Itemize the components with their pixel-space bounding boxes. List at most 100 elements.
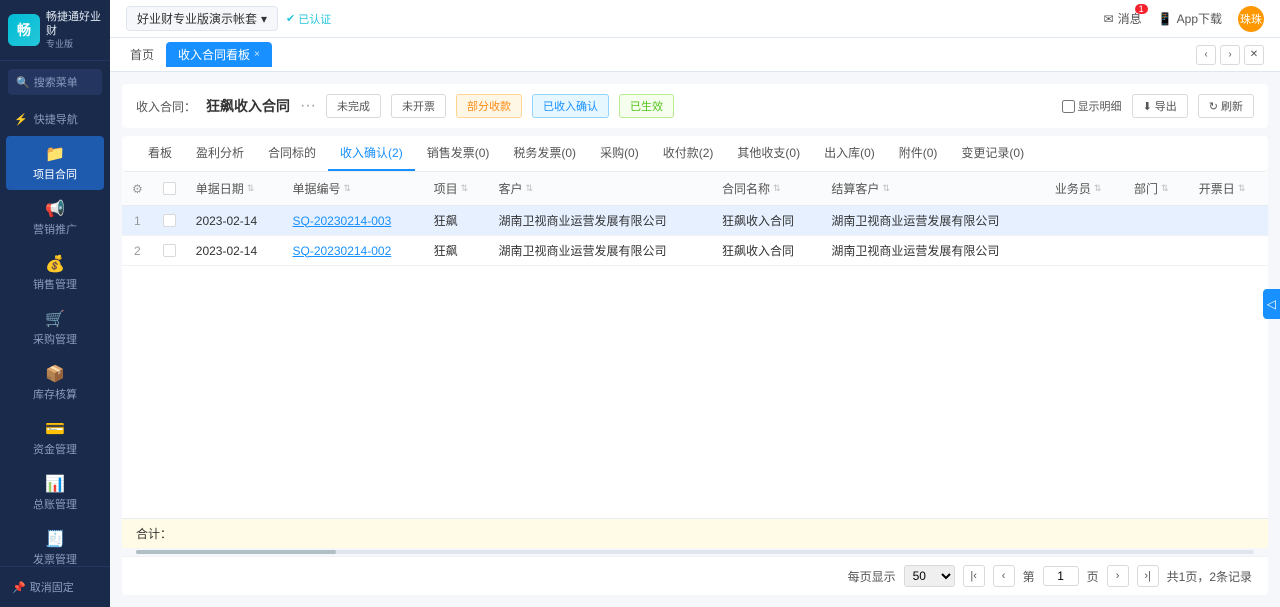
subtab-income-confirm[interactable]: 收入确认(2)	[328, 136, 415, 171]
unpin-button[interactable]: 📌 取消固定	[8, 575, 102, 599]
refresh-button[interactable]: ↻ 刷新	[1198, 94, 1254, 118]
sort-number-icon[interactable]: ⇅	[344, 183, 352, 194]
table-row[interactable]: 2 2023-02-14 SQ-20230214-002 狂飙 湖南卫视商业运营…	[122, 236, 1268, 266]
row-number-1: SQ-20230214-003	[283, 206, 424, 236]
company-selector[interactable]: 好业财专业版演示帐套 ▾	[126, 6, 278, 31]
export-icon: ⬇	[1143, 100, 1152, 113]
tab-close-icon[interactable]: ×	[254, 49, 260, 60]
sidebar-item-sales[interactable]: 💰 销售管理	[6, 246, 104, 300]
float-icon: ◁	[1267, 297, 1276, 311]
sort-open-icon[interactable]: ⇅	[1238, 183, 1246, 194]
chevron-down-icon: ▾	[261, 12, 267, 26]
th-salesperson: 业务员 ⇅	[1045, 172, 1124, 206]
select-all-checkbox[interactable]	[163, 182, 176, 195]
refresh-icon: ↻	[1209, 100, 1218, 113]
display-detail-checkbox[interactable]: 显示明细	[1062, 98, 1122, 114]
tabbar: 首页 收入合同看板 × ‹ › ✕	[110, 38, 1280, 72]
subtab-attachment[interactable]: 附件(0)	[887, 136, 950, 171]
check-circle-icon: ✔	[286, 12, 295, 25]
export-button[interactable]: ⬇ 导出	[1132, 94, 1188, 118]
invoice-icon: 🧾	[45, 529, 65, 549]
page-label: 第	[1023, 568, 1035, 585]
row-number-link-2[interactable]: SQ-20230214-002	[293, 244, 392, 258]
nav-icon: ⚡	[14, 113, 28, 126]
page-input[interactable]: 1	[1043, 566, 1079, 586]
sort-settle-icon[interactable]: ⇅	[882, 183, 890, 194]
message-icon: ✉	[1104, 12, 1114, 26]
row-checkbox-2[interactable]	[163, 244, 176, 257]
tab-contract-board[interactable]: 收入合同看板 ×	[166, 42, 272, 67]
tab-home[interactable]: 首页	[126, 46, 158, 63]
sidebar-item-marketing[interactable]: 📢 营销推广	[6, 191, 104, 245]
prev-page-btn[interactable]: ‹	[993, 565, 1015, 587]
subtab-other[interactable]: 其他收支(0)	[725, 136, 812, 171]
subtab-purchase[interactable]: 采购(0)	[588, 136, 651, 171]
per-page-label: 每页显示	[848, 568, 896, 585]
subtab-target[interactable]: 合同标的	[256, 136, 328, 171]
ledger-icon: 📊	[45, 474, 65, 494]
more-button[interactable]: ···	[300, 97, 316, 115]
subtab-payment[interactable]: 收付款(2)	[651, 136, 726, 171]
subtab-tax-invoice[interactable]: 税务发票(0)	[501, 136, 588, 171]
sidebar-item-finance[interactable]: 💳 资金管理	[6, 411, 104, 465]
project-icon: 📁	[45, 144, 65, 164]
table-row[interactable]: 1 2023-02-14 SQ-20230214-003 狂飙 湖南卫视商业运营…	[122, 206, 1268, 236]
row-number-link-1[interactable]: SQ-20230214-003	[293, 214, 392, 228]
close-window-btn[interactable]: ✕	[1244, 45, 1264, 65]
status-active-btn[interactable]: 已生效	[619, 94, 674, 118]
user-avatar-area[interactable]: 珠珠	[1238, 6, 1264, 32]
row-contract-2: 狂飙收入合同	[712, 236, 821, 266]
row-date-2: 2023-02-14	[186, 236, 283, 266]
subtab-kanban[interactable]: 看板	[136, 136, 184, 171]
sort-project-icon[interactable]: ⇅	[461, 183, 469, 194]
last-page-btn[interactable]: ›|	[1137, 565, 1159, 587]
right-float-button[interactable]: ◁	[1263, 289, 1280, 319]
page-size-select[interactable]: 50 100 200	[904, 565, 955, 587]
sidebar-item-purchase[interactable]: 🛒 采购管理	[6, 301, 104, 355]
avatar: 珠珠	[1238, 6, 1264, 32]
settings-icon[interactable]: ⚙	[132, 182, 143, 196]
row-sales-1	[1045, 206, 1124, 236]
data-table: ⚙ 单据日期 ⇅	[122, 172, 1268, 266]
sidebar-item-project-contract[interactable]: 📁 项目合同	[6, 136, 104, 190]
quick-nav-button[interactable]: ⚡ 快捷导航	[6, 105, 104, 133]
prev-window-btn[interactable]: ‹	[1196, 45, 1216, 65]
sidebar-item-inventory[interactable]: 📦 库存核算	[6, 356, 104, 410]
search-menu-button[interactable]: 🔍 搜索菜单	[8, 69, 102, 95]
scrollbar-track	[136, 550, 1254, 554]
th-number: 单据编号 ⇅	[283, 172, 424, 206]
horizontal-scrollbar[interactable]	[122, 548, 1268, 556]
sort-contract-icon[interactable]: ⇅	[773, 183, 781, 194]
subtab-sales-invoice[interactable]: 销售发票(0)	[415, 136, 502, 171]
sort-sales-icon[interactable]: ⇅	[1094, 183, 1102, 194]
status-incomplete-btn[interactable]: 未完成	[326, 94, 381, 118]
message-button[interactable]: ✉ 1 消息	[1104, 10, 1142, 27]
app-download-button[interactable]: 📱 App下载	[1158, 10, 1222, 27]
sort-customer-icon[interactable]: ⇅	[526, 183, 534, 194]
display-detail-input[interactable]	[1062, 100, 1075, 113]
status-confirmed-btn[interactable]: 已收入确认	[532, 94, 609, 118]
scrollbar-thumb[interactable]	[136, 550, 336, 554]
row-num-2: 2	[122, 236, 153, 266]
sales-icon: 💰	[45, 254, 65, 274]
sort-dept-icon[interactable]: ⇅	[1161, 183, 1169, 194]
status-no-invoice-btn[interactable]: 未开票	[391, 94, 446, 118]
pin-icon: 📌	[12, 581, 26, 594]
row-checkbox-1[interactable]	[163, 214, 176, 227]
row-customer-2: 湖南卫视商业运营发展有限公司	[489, 236, 712, 266]
sidebar-item-ledger[interactable]: 📊 总账管理	[6, 466, 104, 520]
sidebar-item-invoice[interactable]: 🧾 发票管理	[6, 521, 104, 566]
table-wrapper: ⚙ 单据日期 ⇅	[122, 172, 1268, 518]
subtab-warehouse[interactable]: 出入库(0)	[812, 136, 887, 171]
row-num-1: 1	[122, 206, 153, 236]
row-number-2: SQ-20230214-002	[283, 236, 424, 266]
next-window-btn[interactable]: ›	[1220, 45, 1240, 65]
first-page-btn[interactable]: |‹	[963, 565, 985, 587]
subtab-changes[interactable]: 变更记录(0)	[949, 136, 1036, 171]
sort-date-icon[interactable]: ⇅	[247, 183, 255, 194]
row-settle-2: 湖南卫视商业运营发展有限公司	[821, 236, 1044, 266]
subtab-profit[interactable]: 盈利分析	[184, 136, 256, 171]
status-partial-btn[interactable]: 部分收款	[456, 94, 522, 118]
search-icon: 🔍	[16, 76, 30, 89]
next-page-btn[interactable]: ›	[1107, 565, 1129, 587]
